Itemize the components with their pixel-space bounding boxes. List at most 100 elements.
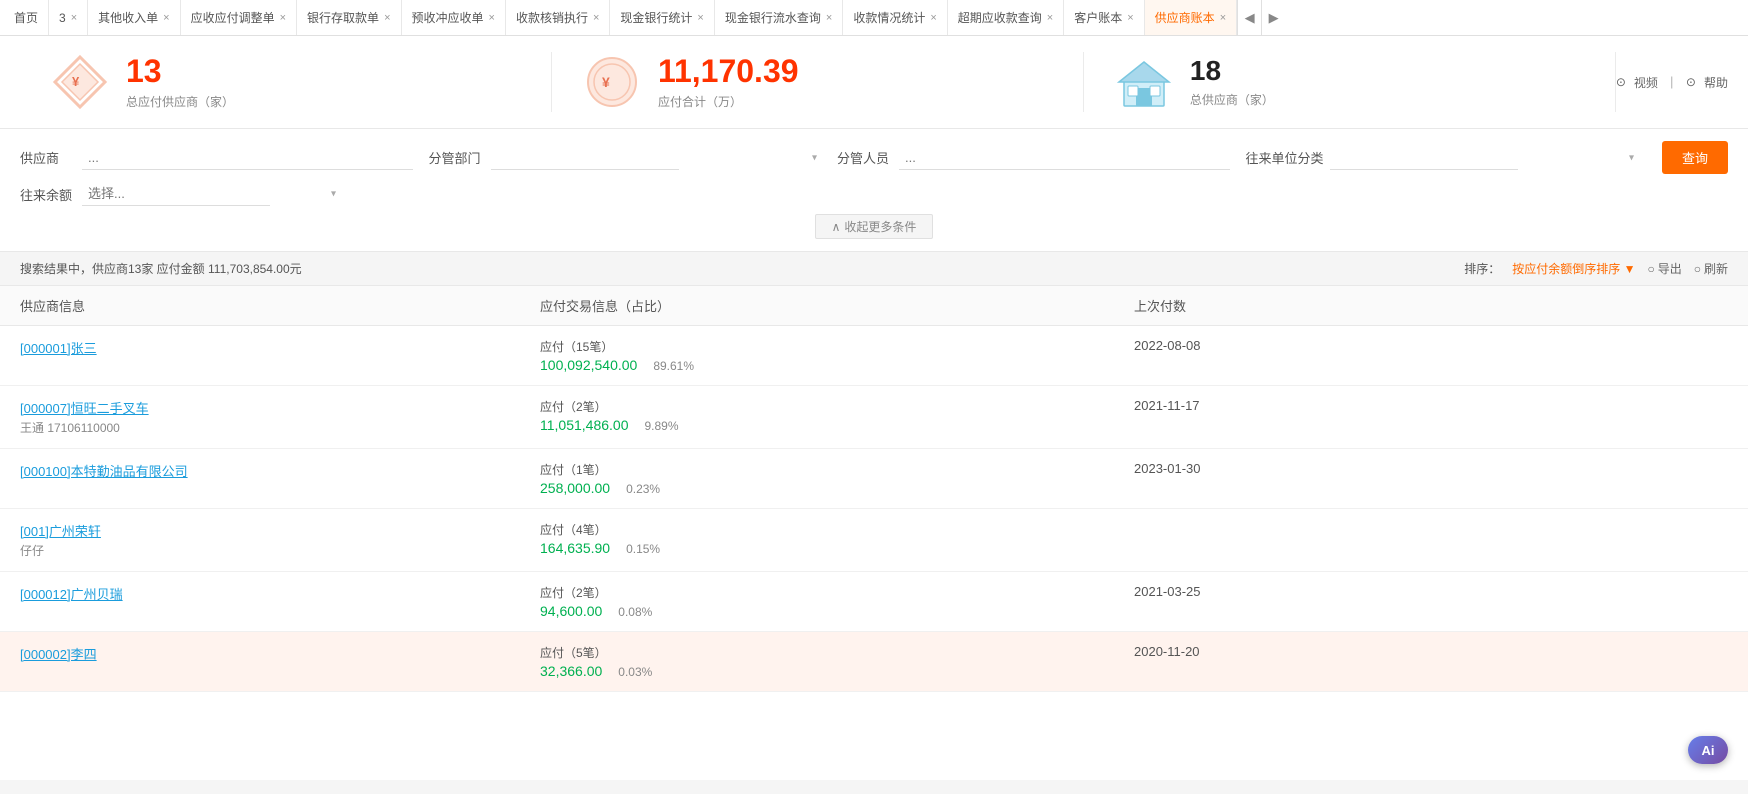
nav-tab-customer[interactable]: 客户账本 × xyxy=(1064,0,1144,36)
close-icon[interactable]: × xyxy=(930,12,936,24)
last-pay-cell: 2020-11-20 xyxy=(1134,644,1728,659)
payable-pct: 0.08% xyxy=(618,605,652,619)
nav-tab-verify[interactable]: 收款核销执行 × xyxy=(506,0,610,36)
table-row: [001]广州荣轩 仔仔 应付（4笔） 164,635.90 0.15% xyxy=(0,509,1748,572)
diamond-icon: ¥ xyxy=(50,52,110,112)
payable-amount[interactable]: 258,000.00 xyxy=(540,480,610,496)
payable-label: 应付（2笔） xyxy=(540,398,1134,415)
summary-card-payable-total: ¥ 11,170.39 应付合计（万） xyxy=(552,52,1084,112)
payable-amount[interactable]: 164,635.90 xyxy=(540,540,610,556)
nav-tab-other-income-label: 其他收入单 xyxy=(98,9,158,26)
last-pay-date: 2022-08-08 xyxy=(1134,338,1201,353)
payable-pct: 0.23% xyxy=(626,482,660,496)
nav-tab-overdue[interactable]: 超期应收款查询 × xyxy=(948,0,1064,36)
payable-amount[interactable]: 94,600.00 xyxy=(540,603,602,619)
filter-person: 分管人员 xyxy=(837,146,1230,170)
help-link[interactable]: 帮助 xyxy=(1704,74,1728,91)
payable-amount[interactable]: 11,051,486.00 xyxy=(540,417,629,433)
dept-input[interactable] xyxy=(491,146,679,170)
payable-amount[interactable]: 32,366.00 xyxy=(540,663,602,679)
supplier-sub: 王通 17106110000 xyxy=(20,419,540,436)
close-icon[interactable]: × xyxy=(280,12,286,24)
summary-bar: ¥ 13 总应付供应商（家） ¥ 11,170.39 应付合计（万） xyxy=(0,36,1748,129)
nav-tab-3[interactable]: 3 × xyxy=(49,0,88,36)
ai-label: Ai xyxy=(1702,743,1715,758)
export-icon: ○ xyxy=(1647,262,1654,276)
payable-suppliers-number: 13 xyxy=(126,54,234,89)
svg-text:¥: ¥ xyxy=(602,74,610,90)
filter-balance: 往来余额 ▾ xyxy=(20,182,340,206)
collapse-chevron-icon: ∧ xyxy=(832,220,841,234)
close-icon[interactable]: × xyxy=(71,12,77,24)
category-input[interactable] xyxy=(1330,146,1518,170)
supplier-link[interactable]: [000012]广州贝瑞 xyxy=(20,584,540,603)
payable-amount[interactable]: 100,092,540.00 xyxy=(540,357,637,373)
close-icon[interactable]: × xyxy=(489,12,495,24)
refresh-label: 刷新 xyxy=(1704,260,1728,277)
video-link[interactable]: 视频 xyxy=(1634,74,1658,91)
collapse-button[interactable]: ∧ 收起更多条件 xyxy=(815,214,934,239)
close-icon[interactable]: × xyxy=(1047,12,1053,24)
balance-filter-label: 往来余额 xyxy=(20,185,76,204)
payable-pct: 0.03% xyxy=(618,665,652,679)
nav-tab-collect-stat-label: 收款情况统计 xyxy=(853,9,925,26)
supplier-link[interactable]: [000100]本特勤油品有限公司 xyxy=(20,461,540,480)
nav-tab-ap-adjust-label: 应收应付调整单 xyxy=(191,9,275,26)
close-icon[interactable]: × xyxy=(1127,12,1133,24)
payable-label: 应付（4笔） xyxy=(540,521,1134,538)
balance-chevron-icon: ▾ xyxy=(331,189,336,200)
close-icon[interactable]: × xyxy=(593,12,599,24)
refresh-button[interactable]: ○ 刷新 xyxy=(1694,260,1728,277)
nav-tab-collect-stat[interactable]: 收款情况统计 × xyxy=(843,0,947,36)
payable-row: 94,600.00 0.08% xyxy=(540,603,1134,619)
last-pay-date: 2023-01-30 xyxy=(1134,461,1201,476)
supplier-link[interactable]: [000007]恒旺二手叉车 xyxy=(20,398,540,417)
nav-arrow-right[interactable]: ▶ xyxy=(1261,0,1285,36)
summary-text-total-suppliers: 18 总供应商（家） xyxy=(1190,56,1274,108)
column-header-payable: 应付交易信息（占比） xyxy=(540,296,1134,315)
last-pay-date: 2020-11-20 xyxy=(1134,644,1200,659)
supplier-link[interactable]: [001]广州荣轩 xyxy=(20,521,540,540)
nav-tab-customer-label: 客户账本 xyxy=(1074,9,1122,26)
nav-tab-other-income[interactable]: 其他收入单 × xyxy=(88,0,180,36)
close-icon[interactable]: × xyxy=(697,12,703,24)
export-button[interactable]: ○ 导出 xyxy=(1647,260,1681,277)
close-icon[interactable]: × xyxy=(163,12,169,24)
nav-tab-ap-adjust[interactable]: 应收应付调整单 × xyxy=(181,0,297,36)
payable-info-cell: 应付（4笔） 164,635.90 0.15% xyxy=(540,521,1134,556)
results-summary-text: 搜索结果中，供应商13家 应付金额 111,703,854.00元 xyxy=(20,260,302,277)
close-icon[interactable]: × xyxy=(384,12,390,24)
payable-pct: 89.61% xyxy=(653,359,694,373)
shop-icon xyxy=(1114,52,1174,112)
sort-value-text: 按应付余额倒序排序 xyxy=(1512,262,1620,276)
nav-tab-home[interactable]: 首页 xyxy=(4,0,49,36)
payable-info-cell: 应付（5笔） 32,366.00 0.03% xyxy=(540,644,1134,679)
ai-assistant-button[interactable]: Ai xyxy=(1688,736,1728,764)
payable-row: 32,366.00 0.03% xyxy=(540,663,1134,679)
supplier-link[interactable]: [000001]张三 xyxy=(20,338,540,357)
close-icon[interactable]: × xyxy=(1220,12,1226,24)
close-icon[interactable]: × xyxy=(826,12,832,24)
nav-tab-cash-stat-label: 现金银行统计 xyxy=(620,9,692,26)
nav-arrow-left[interactable]: ◀ xyxy=(1237,0,1261,36)
nav-tab-cash-flow[interactable]: 现金银行流水查询 × xyxy=(715,0,843,36)
nav-tab-overdue-label: 超期应收款查询 xyxy=(958,9,1042,26)
supplier-link[interactable]: [000002]李四 xyxy=(20,644,540,663)
payable-label: 应付（2笔） xyxy=(540,584,1134,601)
divider: ｜ xyxy=(1666,74,1678,91)
nav-tab-cash-stat[interactable]: 现金银行统计 × xyxy=(610,0,714,36)
total-suppliers-number: 18 xyxy=(1190,56,1274,87)
balance-input[interactable] xyxy=(82,182,270,206)
table-row: [000012]广州贝瑞 应付（2笔） 94,600.00 0.08% 2021… xyxy=(0,572,1748,632)
person-input[interactable] xyxy=(899,146,1230,170)
payable-label: 应付（5笔） xyxy=(540,644,1134,661)
supplier-input[interactable] xyxy=(82,146,413,170)
nav-tab-bank-deposit[interactable]: 银行存取款单 × xyxy=(297,0,401,36)
svg-text:¥: ¥ xyxy=(72,74,80,89)
nav-tab-supplier[interactable]: 供应商账本 × xyxy=(1145,0,1237,36)
sort-value[interactable]: 按应付余额倒序排序 ▼ xyxy=(1512,260,1635,277)
nav-tab-3-label: 3 xyxy=(59,11,66,25)
nav-tab-prepay[interactable]: 预收冲应收单 × xyxy=(402,0,506,36)
query-button[interactable]: 查询 xyxy=(1662,141,1728,174)
top-navigation: 首页 3 × 其他收入单 × 应收应付调整单 × 银行存取款单 × 预收冲应收单… xyxy=(0,0,1748,36)
